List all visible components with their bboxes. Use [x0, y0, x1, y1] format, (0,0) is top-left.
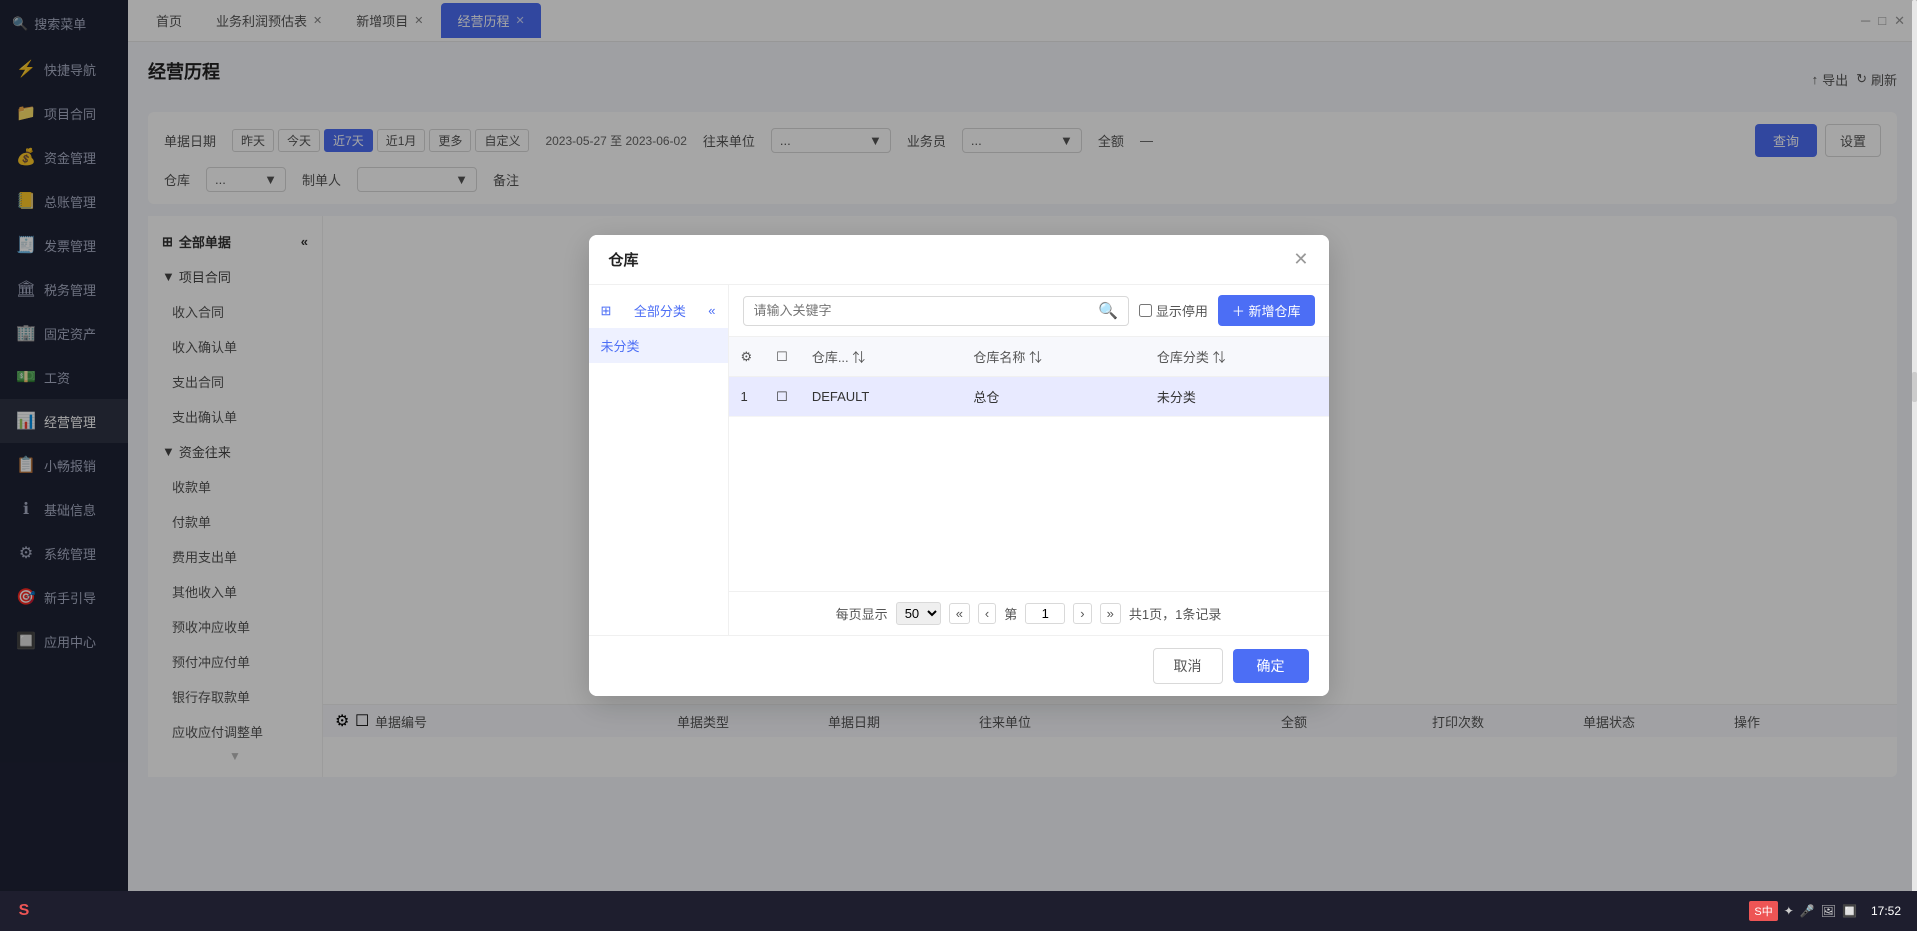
modal-cat-uncategorized[interactable]: 未分类	[589, 328, 728, 363]
modal-table: ⚙ ☐ 仓库... ⇅ 仓库名称 ⇅	[729, 337, 1329, 591]
taskbar: S S中 ✦ 🎤 🖼 🔲 17:52	[0, 891, 1917, 931]
taskbar-dot-icon: ✦	[1784, 904, 1794, 918]
table-row[interactable]: 1 ☐ DEFAULT 总仓 未分类	[729, 377, 1329, 417]
search-icon-modal: 🔍	[1098, 301, 1118, 321]
modal-pagination: 每页显示 50 « ‹ 第 › » 共1页，1条记录	[729, 591, 1329, 635]
col-warehouse-name: 仓库名称 ⇅	[961, 337, 1145, 377]
add-warehouse-button[interactable]: ＋ 新增仓库	[1218, 295, 1315, 326]
modal-page-input[interactable]	[1025, 603, 1065, 624]
taskbar-mic-icon: 🎤	[1800, 904, 1815, 918]
all-categories-label: 全部分类	[634, 301, 686, 320]
row-category: 未分类	[1145, 377, 1329, 417]
modal-all-categories[interactable]: ⊞ 全部分类 «	[589, 293, 728, 328]
modal-overlay: 仓库 ✕ ⊞ 全部分类 « 未分类	[0, 0, 1917, 931]
modal-per-page-select[interactable]: 50	[896, 602, 941, 625]
col-settings: ⚙	[729, 337, 765, 377]
cancel-button[interactable]: 取消	[1153, 648, 1223, 684]
modal-toolbar: 🔍 显示停用 ＋ 新增仓库	[729, 285, 1329, 337]
modal-page-label: 第	[1004, 604, 1017, 623]
warehouse-modal: 仓库 ✕ ⊞ 全部分类 « 未分类	[589, 235, 1329, 696]
modal-search-box[interactable]: 🔍	[743, 296, 1129, 326]
col-warehouse-code: 仓库... ⇅	[800, 337, 962, 377]
col-warehouse-category: 仓库分类 ⇅	[1145, 337, 1329, 377]
taskbar-right: S中 ✦ 🎤 🖼 🔲 17:52	[1749, 901, 1909, 921]
modal-header: 仓库 ✕	[589, 235, 1329, 285]
col-check: ☐	[764, 337, 800, 377]
collapse-left-icon[interactable]: «	[708, 303, 715, 318]
show-disabled-text: 显示停用	[1156, 301, 1208, 320]
show-disabled-label[interactable]: 显示停用	[1139, 301, 1208, 320]
modal-body: ⊞ 全部分类 « 未分类 🔍	[589, 285, 1329, 635]
sort-icon: ⇅	[852, 350, 865, 365]
next-page-btn[interactable]: ›	[1073, 603, 1091, 624]
time-display: 17:52	[1863, 904, 1909, 918]
modal-left-panel: ⊞ 全部分类 « 未分类	[589, 285, 729, 635]
sort-icon-2: ⇅	[1029, 350, 1042, 365]
modal-title: 仓库	[609, 249, 639, 270]
row-code: DEFAULT	[800, 377, 962, 417]
row-num: 1	[729, 377, 765, 417]
modal-right-panel: 🔍 显示停用 ＋ 新增仓库 ⚙ ☐	[729, 285, 1329, 635]
row-name: 总仓	[961, 377, 1145, 417]
sort-icon-3: ⇅	[1213, 350, 1226, 365]
last-page-btn[interactable]: »	[1100, 603, 1121, 624]
modal-footer: 取消 确定	[589, 635, 1329, 696]
confirm-button[interactable]: 确定	[1233, 649, 1309, 683]
grid-icon-modal: ⊞	[601, 303, 612, 319]
taskbar-grid-icon: 🔲	[1842, 904, 1857, 918]
row-check[interactable]: ☐	[764, 377, 800, 417]
uncategorized-label: 未分类	[601, 339, 640, 354]
first-page-btn[interactable]: «	[949, 603, 970, 624]
modal-search-input[interactable]	[754, 303, 1092, 318]
taskbar-start[interactable]: S	[8, 895, 40, 927]
prev-page-btn[interactable]: ‹	[978, 603, 996, 624]
taskbar-img-icon: 🖼	[1821, 904, 1836, 918]
show-disabled-checkbox[interactable]	[1139, 304, 1152, 317]
modal-total-records: 共1页，1条记录	[1129, 604, 1221, 623]
taskbar-s-icon: S中	[1749, 901, 1777, 921]
modal-close-button[interactable]: ✕	[1293, 249, 1308, 270]
modal-per-page-label: 每页显示	[836, 604, 888, 623]
